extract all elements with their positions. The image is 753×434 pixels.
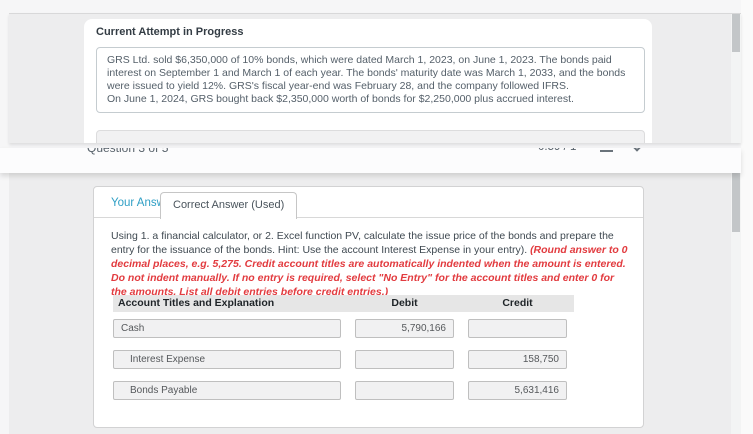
header-credit: Credit: [502, 297, 533, 309]
page: Current Attempt in Progress GRS Ltd. sol…: [0, 0, 753, 434]
account-title-field[interactable]: Interest Expense: [113, 350, 341, 369]
answer-card: Your Answer Correct Answer (Used) Using …: [93, 186, 644, 428]
journal-table-header: Account Titles and Explanation Debit Cre…: [113, 295, 574, 312]
problem-paragraph-1: GRS Ltd. sold $6,350,000 of 10% bonds, w…: [107, 54, 626, 92]
top-panel-scrollbar-thumb[interactable]: [732, 14, 740, 52]
collapsed-section-bar[interactable]: [96, 130, 645, 143]
answer-panel: Your Answer Correct Answer (Used) Using …: [9, 152, 741, 434]
chevron-down-icon[interactable]: [633, 148, 641, 150]
table-row: Interest Expense 158,750: [113, 343, 574, 374]
answer-tabs: Your Answer Correct Answer (Used): [94, 187, 643, 219]
header-account-titles: Account Titles and Explanation: [118, 297, 275, 309]
page-right-margin: [741, 0, 753, 434]
table-row: Bonds Payable 5,631,416: [113, 374, 574, 405]
menu-icon[interactable]: [600, 148, 613, 153]
question-score: 0.59 / 1: [538, 148, 576, 153]
current-attempt-panel: Current Attempt in Progress GRS Ltd. sol…: [9, 13, 741, 143]
question-bar: Question 3 of 5 0.59 / 1: [0, 148, 741, 173]
credit-amount-field[interactable]: 5,631,416: [468, 381, 567, 400]
problem-paragraph-2: On June 1, 2024, GRS bought back $2,350,…: [107, 93, 574, 105]
debit-amount-field[interactable]: [355, 350, 454, 369]
answer-panel-scrollbar[interactable]: [731, 152, 741, 434]
journal-entry-table: Account Titles and Explanation Debit Cre…: [113, 295, 574, 405]
table-row: Cash 5,790,166: [113, 312, 574, 343]
top-panel-scrollbar[interactable]: [731, 14, 741, 143]
question-title: Question 3 of 5: [87, 148, 169, 155]
question-instructions: Using 1. a financial calculator, or 2. E…: [111, 229, 632, 299]
credit-amount-field[interactable]: 158,750: [468, 350, 567, 369]
account-title-field[interactable]: Bonds Payable: [113, 381, 341, 400]
tab-correct-answer[interactable]: Correct Answer (Used): [160, 192, 298, 219]
current-attempt-heading: Current Attempt in Progress: [96, 26, 244, 38]
header-debit: Debit: [391, 297, 418, 309]
credit-amount-field[interactable]: [468, 319, 567, 338]
debit-amount-field[interactable]: [355, 381, 454, 400]
current-attempt-card: Current Attempt in Progress GRS Ltd. sol…: [84, 19, 652, 143]
debit-amount-field[interactable]: 5,790,166: [355, 319, 454, 338]
account-title-field[interactable]: Cash: [113, 319, 341, 338]
problem-statement: GRS Ltd. sold $6,350,000 of 10% bonds, w…: [96, 47, 645, 113]
